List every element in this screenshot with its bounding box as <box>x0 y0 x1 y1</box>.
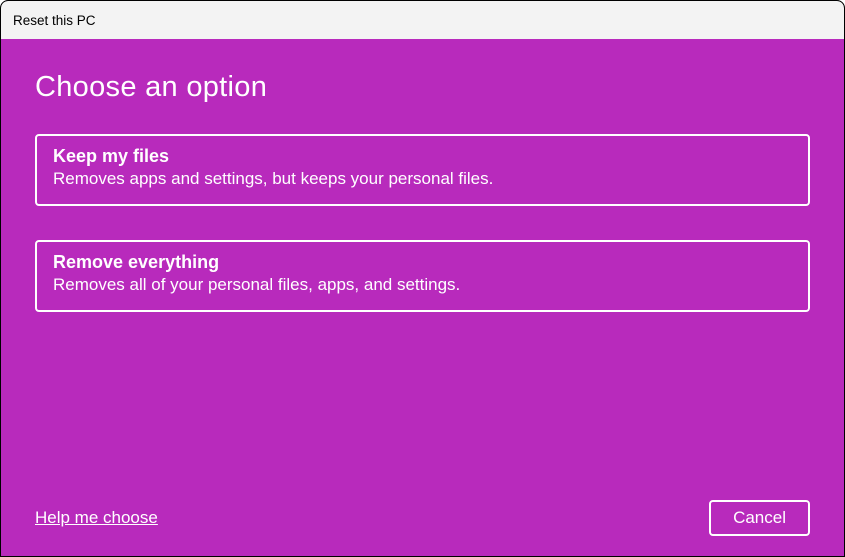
window-title: Reset this PC <box>13 13 96 28</box>
option-keep-my-files[interactable]: Keep my files Removes apps and settings,… <box>35 134 810 206</box>
options-list: Keep my files Removes apps and settings,… <box>35 134 810 312</box>
page-heading: Choose an option <box>35 71 810 104</box>
help-me-choose-link[interactable]: Help me choose <box>35 508 158 528</box>
option-title: Remove everything <box>53 252 792 273</box>
cancel-button[interactable]: Cancel <box>709 500 810 536</box>
titlebar: Reset this PC <box>1 1 844 39</box>
option-remove-everything[interactable]: Remove everything Removes all of your pe… <box>35 240 810 312</box>
option-description: Removes apps and settings, but keeps you… <box>53 168 792 191</box>
option-title: Keep my files <box>53 146 792 167</box>
option-description: Removes all of your personal files, apps… <box>53 274 792 297</box>
footer: Help me choose Cancel <box>35 500 810 536</box>
content-area: Choose an option Keep my files Removes a… <box>1 39 844 556</box>
reset-pc-window: Reset this PC Choose an option Keep my f… <box>0 0 845 557</box>
